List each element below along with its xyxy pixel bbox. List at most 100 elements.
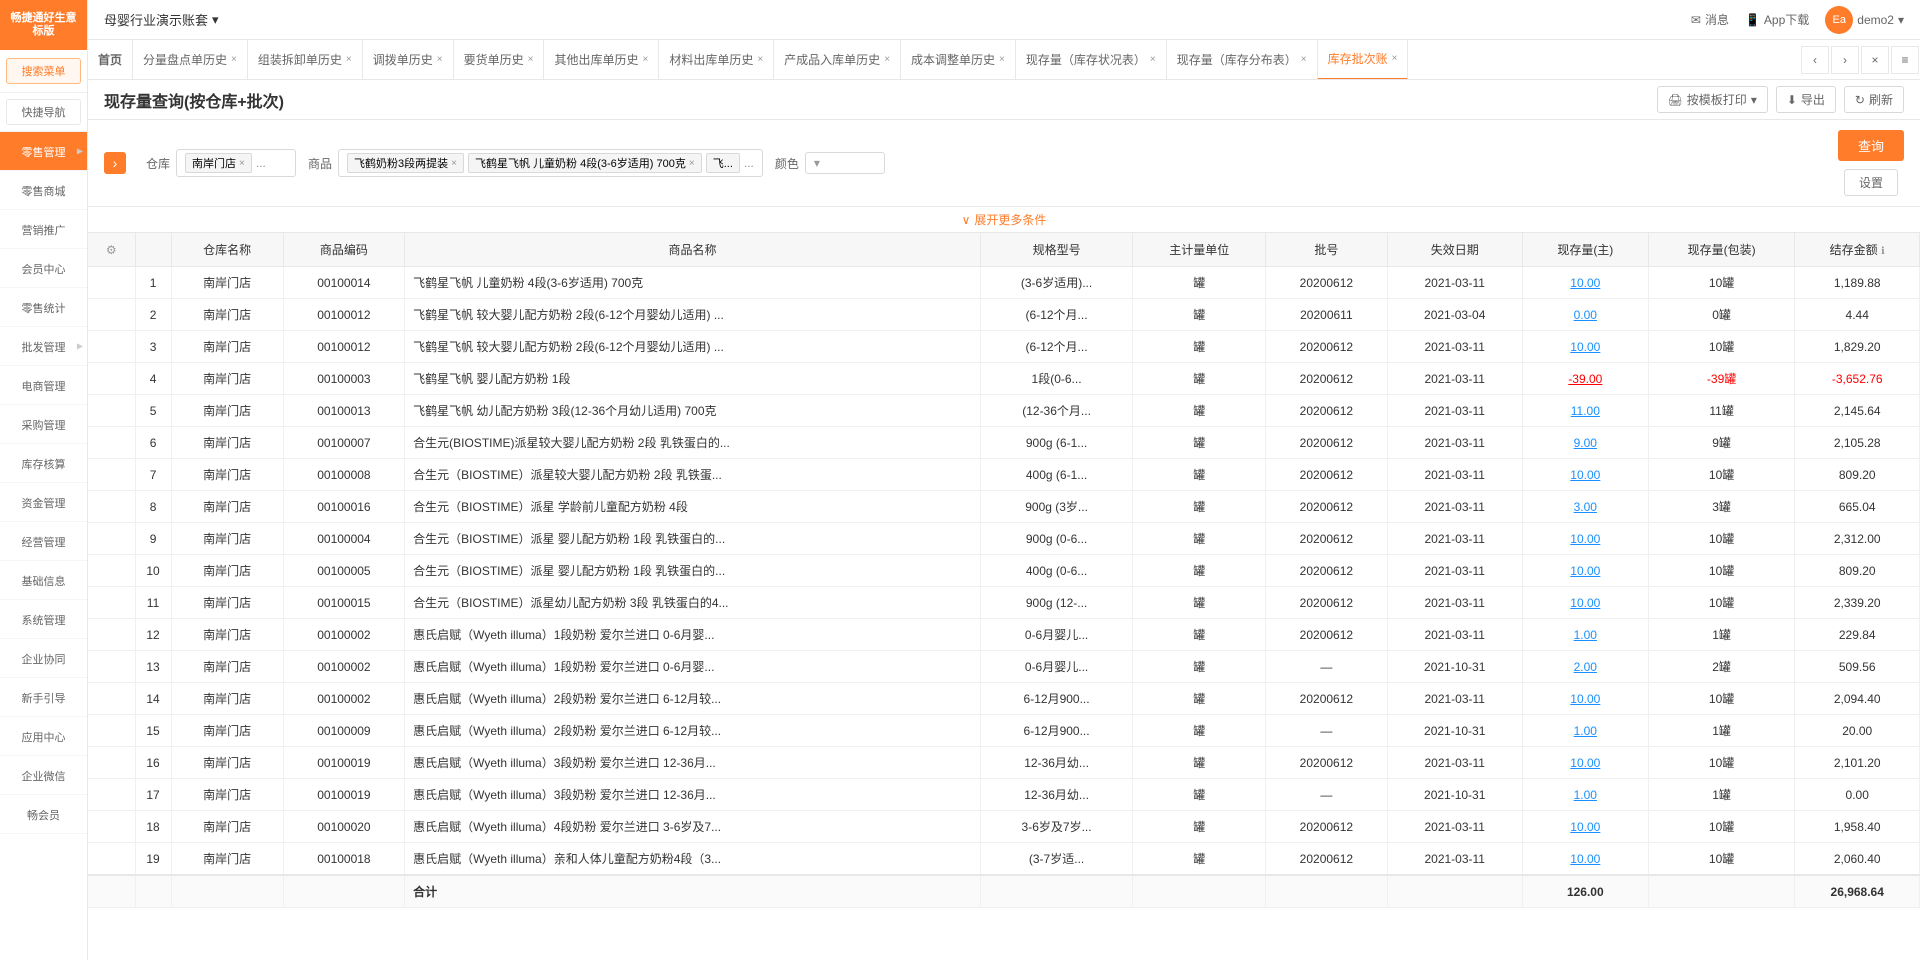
tab-close-1[interactable]: × xyxy=(231,54,237,65)
th-expire: 失效日期 xyxy=(1387,233,1522,267)
sidebar-item-7[interactable]: 采购管理 xyxy=(0,405,87,444)
warehouse-label: 仓库 xyxy=(146,155,170,172)
refresh-button[interactable]: ↻ 刷新 xyxy=(1844,86,1904,113)
tabs-menu-button[interactable]: ≡ xyxy=(1891,46,1919,74)
td-stock-main-16[interactable]: 1.00 xyxy=(1522,779,1648,811)
tab-item-5[interactable]: 其他出库单历史× xyxy=(544,40,659,80)
product-input[interactable]: 飞鹤奶粉3段两提装 × 飞鹤星飞帆 儿童奶粉 4段(3-6岁适用) 700克 ×… xyxy=(338,149,763,177)
sidebar-item-15[interactable]: 应用中心 xyxy=(0,717,87,756)
breadcrumb-select[interactable]: 母婴行业演示账套 ▾ xyxy=(104,10,219,29)
message-button[interactable]: ✉ 消息 xyxy=(1691,11,1729,28)
td-stock-main-14[interactable]: 1.00 xyxy=(1522,715,1648,747)
product-tag-1-close[interactable]: × xyxy=(451,158,457,169)
sidebar-item-label-1: 零售商城 xyxy=(22,183,66,199)
th-gear[interactable]: ⚙ xyxy=(88,233,135,267)
print-button[interactable]: 🖨 按模板打印 ▾ xyxy=(1657,86,1768,113)
quick-nav-button[interactable]: 快捷导航 xyxy=(6,99,81,125)
td-stock-main-12[interactable]: 2.00 xyxy=(1522,651,1648,683)
toolbar-actions: 🖨 按模板打印 ▾ ⬇ 导出 ↻ 刷新 xyxy=(1657,86,1904,113)
th-no xyxy=(135,233,171,267)
td-no-8: 9 xyxy=(135,523,171,555)
sidebar-item-1[interactable]: 零售商城 xyxy=(0,171,87,210)
sidebar-item-8[interactable]: 库存核算 xyxy=(0,444,87,483)
search-menu-button[interactable]: 搜索菜单 xyxy=(6,58,81,84)
filter-expand-arrow[interactable]: › xyxy=(104,152,126,174)
product-tag-2-close[interactable]: × xyxy=(689,158,695,169)
product-more-btn[interactable]: ... xyxy=(744,156,754,170)
tab-close-7[interactable]: × xyxy=(884,54,890,65)
tab-close-2[interactable]: × xyxy=(346,54,352,65)
expand-conditions-button[interactable]: ∨ 展开更多条件 xyxy=(962,211,1047,228)
td-stock-main-6[interactable]: 10.00 xyxy=(1522,459,1648,491)
warehouse-input[interactable]: 南岸门店 × ... xyxy=(176,149,296,177)
td-stock-main-10[interactable]: 10.00 xyxy=(1522,587,1648,619)
td-stock-main-2[interactable]: 10.00 xyxy=(1522,331,1648,363)
td-stock-main-8[interactable]: 10.00 xyxy=(1522,523,1648,555)
td-unit-4: 罐 xyxy=(1133,395,1266,427)
td-stock-main-5[interactable]: 9.00 xyxy=(1522,427,1648,459)
tab-close-6[interactable]: × xyxy=(757,54,763,65)
sidebar-item-10[interactable]: 经营管理 xyxy=(0,522,87,561)
td-stock-main-4[interactable]: 11.00 xyxy=(1522,395,1648,427)
td-stock-main-11[interactable]: 1.00 xyxy=(1522,619,1648,651)
tab-item-6[interactable]: 材料出库单历史× xyxy=(659,40,774,80)
sidebar-item-label-15: 应用中心 xyxy=(22,729,66,745)
query-button[interactable]: 查询 xyxy=(1838,130,1904,161)
td-unit-0: 罐 xyxy=(1133,267,1266,299)
tab-close-11[interactable]: × xyxy=(1392,53,1398,64)
td-stock-main-15[interactable]: 10.00 xyxy=(1522,747,1648,779)
td-stock-main-13[interactable]: 10.00 xyxy=(1522,683,1648,715)
color-input[interactable]: ▾ xyxy=(805,152,885,174)
td-stock-main-3[interactable]: -39.00 xyxy=(1522,363,1648,395)
tab-item-10[interactable]: 现存量（库存分布表）× xyxy=(1167,40,1318,80)
td-stock-main-0[interactable]: 10.00 xyxy=(1522,267,1648,299)
tabs-next-button[interactable]: › xyxy=(1831,46,1859,74)
tab-close-5[interactable]: × xyxy=(642,54,648,65)
tab-item-4[interactable]: 要货单历史× xyxy=(454,40,545,80)
sidebar-item-6[interactable]: 电商管理 xyxy=(0,366,87,405)
tab-close-4[interactable]: × xyxy=(528,54,534,65)
sidebar-item-9[interactable]: 资金管理 xyxy=(0,483,87,522)
app-download-button[interactable]: 📱 App下载 xyxy=(1745,11,1809,28)
tab-close-3[interactable]: × xyxy=(437,54,443,65)
warehouse-tag-close[interactable]: × xyxy=(239,158,245,169)
sidebar-item-0[interactable]: 零售管理▶ xyxy=(0,132,87,171)
tab-close-9[interactable]: × xyxy=(1150,54,1156,65)
td-warehouse-8: 南岸门店 xyxy=(171,523,283,555)
td-stock-main-17[interactable]: 10.00 xyxy=(1522,811,1648,843)
tab-item-7[interactable]: 产成品入库单历史× xyxy=(774,40,901,80)
tab-item-11[interactable]: 库存批次账× xyxy=(1318,40,1409,80)
sidebar-item-3[interactable]: 会员中心 xyxy=(0,249,87,288)
th-balance: 结存金额 ℹ xyxy=(1795,233,1920,267)
tabs-close-button[interactable]: × xyxy=(1861,46,1889,74)
sidebar-item-11[interactable]: 基础信息 xyxy=(0,561,87,600)
user-menu[interactable]: Ea demo2 ▾ xyxy=(1825,6,1904,34)
inventory-table: ⚙ 仓库名称 商品编码 商品名称 规格型号 主计量单位 批号 失效日期 现存量(… xyxy=(88,233,1920,908)
sidebar-item-4[interactable]: 零售统计 xyxy=(0,288,87,327)
sidebar-item-5[interactable]: 批发管理▶ xyxy=(0,327,87,366)
sidebar-item-16[interactable]: 企业微信 xyxy=(0,756,87,795)
tabs-prev-button[interactable]: ‹ xyxy=(1801,46,1829,74)
td-stock-main-18[interactable]: 10.00 xyxy=(1522,843,1648,876)
tab-close-8[interactable]: × xyxy=(999,54,1005,65)
td-stock-main-7[interactable]: 3.00 xyxy=(1522,491,1648,523)
settings-button[interactable]: 设置 xyxy=(1844,169,1898,196)
tab-close-10[interactable]: × xyxy=(1301,54,1307,65)
export-button[interactable]: ⬇ 导出 xyxy=(1776,86,1836,113)
tab-item-8[interactable]: 成本调整单历史× xyxy=(901,40,1016,80)
expand-conditions-row: ∨ 展开更多条件 xyxy=(88,207,1920,233)
td-stock-main-1[interactable]: 0.00 xyxy=(1522,299,1648,331)
tab-item-3[interactable]: 调拨单历史× xyxy=(363,40,454,80)
sidebar-item-13[interactable]: 企业协同 xyxy=(0,639,87,678)
sidebar-item-2[interactable]: 营销推广 xyxy=(0,210,87,249)
sidebar-item-14[interactable]: 新手引导 xyxy=(0,678,87,717)
tab-item-9[interactable]: 现存量（库存状况表）× xyxy=(1016,40,1167,80)
tab-item-2[interactable]: 组装拆卸单历史× xyxy=(248,40,363,80)
th-spec: 规格型号 xyxy=(980,233,1132,267)
sidebar-item-12[interactable]: 系统管理 xyxy=(0,600,87,639)
warehouse-more[interactable]: ... xyxy=(256,156,266,170)
td-stock-main-9[interactable]: 10.00 xyxy=(1522,555,1648,587)
tab-item-0[interactable]: 首页 xyxy=(88,40,133,80)
tab-item-1[interactable]: 分量盘点单历史× xyxy=(133,40,248,80)
sidebar-item-17[interactable]: 畅会员 xyxy=(0,795,87,834)
